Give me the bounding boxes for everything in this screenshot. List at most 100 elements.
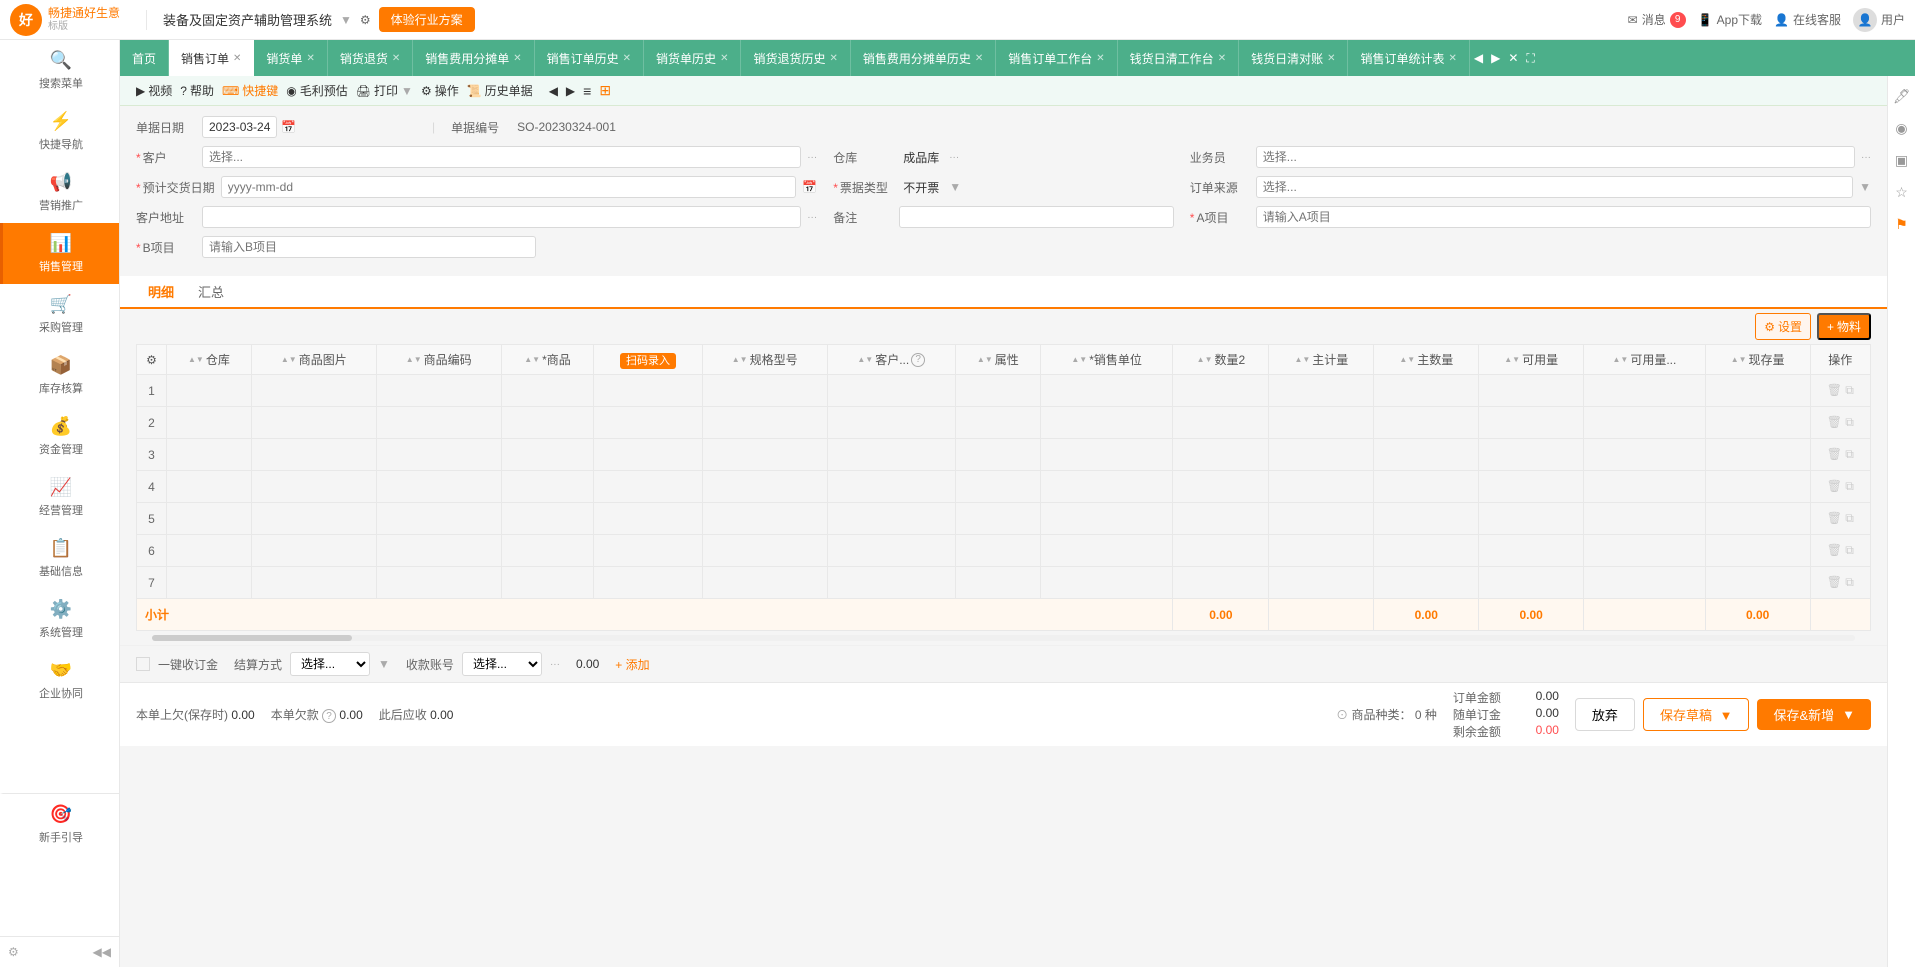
tab-detail[interactable]: 明细	[136, 276, 186, 309]
sidebar-item-marketing[interactable]: 📢 营销推广	[0, 162, 119, 223]
tab-cash-workbench[interactable]: 钱货日清工作台 ✕	[1118, 40, 1239, 76]
header-next-btn[interactable]: ▶	[566, 84, 575, 98]
scroll-thumb[interactable]	[152, 635, 352, 641]
payment-dropdown-icon[interactable]: ▼	[378, 657, 390, 671]
tab-close-fee-history[interactable]: ✕	[975, 53, 983, 64]
customer-input[interactable]	[202, 146, 801, 168]
tab-close-sales-return[interactable]: ✕	[392, 53, 400, 64]
tab-sales-order-history[interactable]: 销售订单历史 ✕	[535, 40, 644, 76]
account-select[interactable]: 选择...	[462, 652, 542, 676]
setting-button[interactable]: ⚙ 设置	[1755, 313, 1811, 340]
order-source-dropdown-icon[interactable]: ▼	[1859, 180, 1871, 194]
sidebar-item-guide[interactable]: 🎯 新手引导	[0, 793, 119, 855]
online-service-btn[interactable]: 👤 在线客服	[1774, 11, 1841, 28]
payment-method-select[interactable]: 选择...	[290, 652, 370, 676]
tab-fee-history[interactable]: 销售费用分摊单历史 ✕	[851, 40, 996, 76]
table-settings-icon[interactable]: ⚙	[146, 353, 157, 367]
row-copy-1[interactable]: ⧉	[1845, 383, 1854, 397]
sidebar-collapse-icon[interactable]: ◀◀	[93, 945, 111, 959]
right-icon-2[interactable]: ◉	[1890, 116, 1914, 140]
header-list-view-btn[interactable]: ≡	[583, 83, 591, 99]
discard-button[interactable]: 放弃	[1575, 698, 1635, 731]
tab-close-sales-invoice[interactable]: ✕	[306, 53, 314, 64]
sidebar-settings-icon[interactable]: ⚙	[8, 945, 19, 959]
product-count-icon[interactable]: ⊙	[1336, 708, 1348, 722]
tab-order-workbench[interactable]: 销售订单工作台 ✕	[996, 40, 1117, 76]
col-settings[interactable]: ⚙	[137, 345, 167, 375]
right-icon-1[interactable]: 🖋	[1890, 84, 1914, 108]
add-material-button[interactable]: + 物料	[1817, 313, 1871, 340]
header-history-btn[interactable]: 📜 历史单据	[467, 82, 533, 99]
sidebar-item-purchase[interactable]: 🛒 采购管理	[0, 284, 119, 345]
row-delete-1[interactable]: 🗑	[1827, 383, 1842, 397]
tab-return-history[interactable]: 销货退货历史 ✕	[741, 40, 850, 76]
row-delete-7[interactable]: 🗑	[1827, 575, 1842, 589]
sidebar-item-search[interactable]: 🔍 搜索菜单	[0, 40, 119, 101]
industry-btn[interactable]: 体验行业方案	[379, 7, 475, 32]
tab-sales-order[interactable]: 销售订单 ✕	[169, 40, 254, 76]
right-icon-5[interactable]: ⚑	[1890, 212, 1914, 236]
row-copy-2[interactable]: ⧉	[1845, 415, 1854, 429]
delivery-date-input[interactable]	[221, 176, 797, 198]
tab-sales-stats[interactable]: 销售订单统计表 ✕	[1348, 40, 1469, 76]
user-menu-btn[interactable]: 👤 用户	[1853, 8, 1905, 32]
scroll-track[interactable]	[152, 635, 1855, 641]
header-help-btn[interactable]: ? 帮助	[180, 82, 214, 99]
form-date-input[interactable]: 2023-03-24 📅	[202, 116, 296, 138]
save-new-dropdown-icon[interactable]: ▼	[1842, 707, 1855, 722]
header-profit-btn[interactable]: ◉ 毛利预估	[286, 82, 348, 99]
row-delete-5[interactable]: 🗑	[1827, 511, 1842, 525]
note-input[interactable]	[899, 206, 1174, 228]
tab-close-cash-workbench[interactable]: ✕	[1218, 53, 1226, 64]
sidebar-item-inventory[interactable]: 📦 库存核算	[0, 345, 119, 406]
tab-invoice-history[interactable]: 销货单历史 ✕	[644, 40, 741, 76]
row-delete-3[interactable]: 🗑	[1827, 447, 1842, 461]
tab-close-invoice-history[interactable]: ✕	[720, 53, 728, 64]
row-copy-5[interactable]: ⧉	[1845, 511, 1854, 525]
header-print-btn[interactable]: 🖨 打印 ▼	[356, 82, 413, 99]
header-prev-btn[interactable]: ◀	[549, 84, 558, 98]
tab-close-sales-stats[interactable]: ✕	[1449, 53, 1457, 64]
save-new-button[interactable]: 保存&新增 ▼	[1757, 699, 1871, 730]
tab-close-sales-fee[interactable]: ✕	[513, 53, 521, 64]
order-source-input[interactable]	[1256, 176, 1853, 198]
invoice-type-dropdown-icon[interactable]: ▼	[949, 180, 961, 194]
staff-more-icon[interactable]: ···	[1861, 152, 1871, 163]
header-view-btn[interactable]: ▶ 视频	[136, 82, 172, 99]
print-dropdown-icon[interactable]: ▼	[401, 84, 413, 98]
warehouse-more-icon[interactable]: ···	[949, 152, 959, 163]
b-project-input[interactable]	[202, 236, 536, 258]
account-more-icon[interactable]: ···	[550, 659, 560, 670]
calendar-icon[interactable]: 📅	[281, 120, 296, 134]
auto-payment-checkbox[interactable]	[136, 657, 150, 671]
tab-summary[interactable]: 汇总	[186, 276, 236, 309]
settings-gear-icon[interactable]: ⚙	[360, 13, 371, 27]
header-shortcut-btn[interactable]: ⌨ 快捷键	[222, 82, 278, 99]
save-draft-button[interactable]: 保存草稿 ▼	[1643, 698, 1750, 731]
sidebar-item-basic-info[interactable]: 📋 基础信息	[0, 528, 119, 589]
tab-next-btn[interactable]: ▶	[1487, 51, 1504, 65]
scan-btn[interactable]: 扫码录入	[620, 353, 676, 369]
sidebar-item-finance[interactable]: 💰 资金管理	[0, 406, 119, 467]
tab-cash-reconcile[interactable]: 钱货日清对账 ✕	[1239, 40, 1348, 76]
tab-sales-fee[interactable]: 销售费用分摊单 ✕	[413, 40, 534, 76]
row-delete-6[interactable]: 🗑	[1827, 543, 1842, 557]
add-payment-btn[interactable]: + 添加	[615, 656, 649, 673]
chevron-down-icon[interactable]: ▼	[340, 13, 352, 27]
tab-close-history[interactable]: ✕	[623, 53, 631, 64]
right-icon-3[interactable]: ▣	[1890, 148, 1914, 172]
header-grid-view-btn[interactable]: ⊞	[599, 82, 611, 99]
delivery-calendar-icon[interactable]: 📅	[802, 180, 817, 194]
header-actions-btn[interactable]: ⚙ 操作	[421, 82, 459, 99]
address-input[interactable]	[202, 206, 801, 228]
tab-close-all-btn[interactable]: ✕	[1504, 51, 1522, 65]
row-copy-4[interactable]: ⧉	[1845, 479, 1854, 493]
tab-close-sales-order[interactable]: ✕	[233, 53, 241, 64]
sidebar-item-collab[interactable]: 🤝 企业协同	[0, 650, 119, 711]
tab-sales-invoice[interactable]: 销货单 ✕	[254, 40, 327, 76]
app-download-btn[interactable]: 📱 App下载	[1698, 11, 1762, 28]
tab-sales-return[interactable]: 销货退货 ✕	[328, 40, 413, 76]
tab-home[interactable]: 首页	[120, 40, 169, 76]
message-btn[interactable]: ✉ 消息 9	[1628, 11, 1686, 28]
tab-prev-btn[interactable]: ◀	[1470, 51, 1487, 65]
